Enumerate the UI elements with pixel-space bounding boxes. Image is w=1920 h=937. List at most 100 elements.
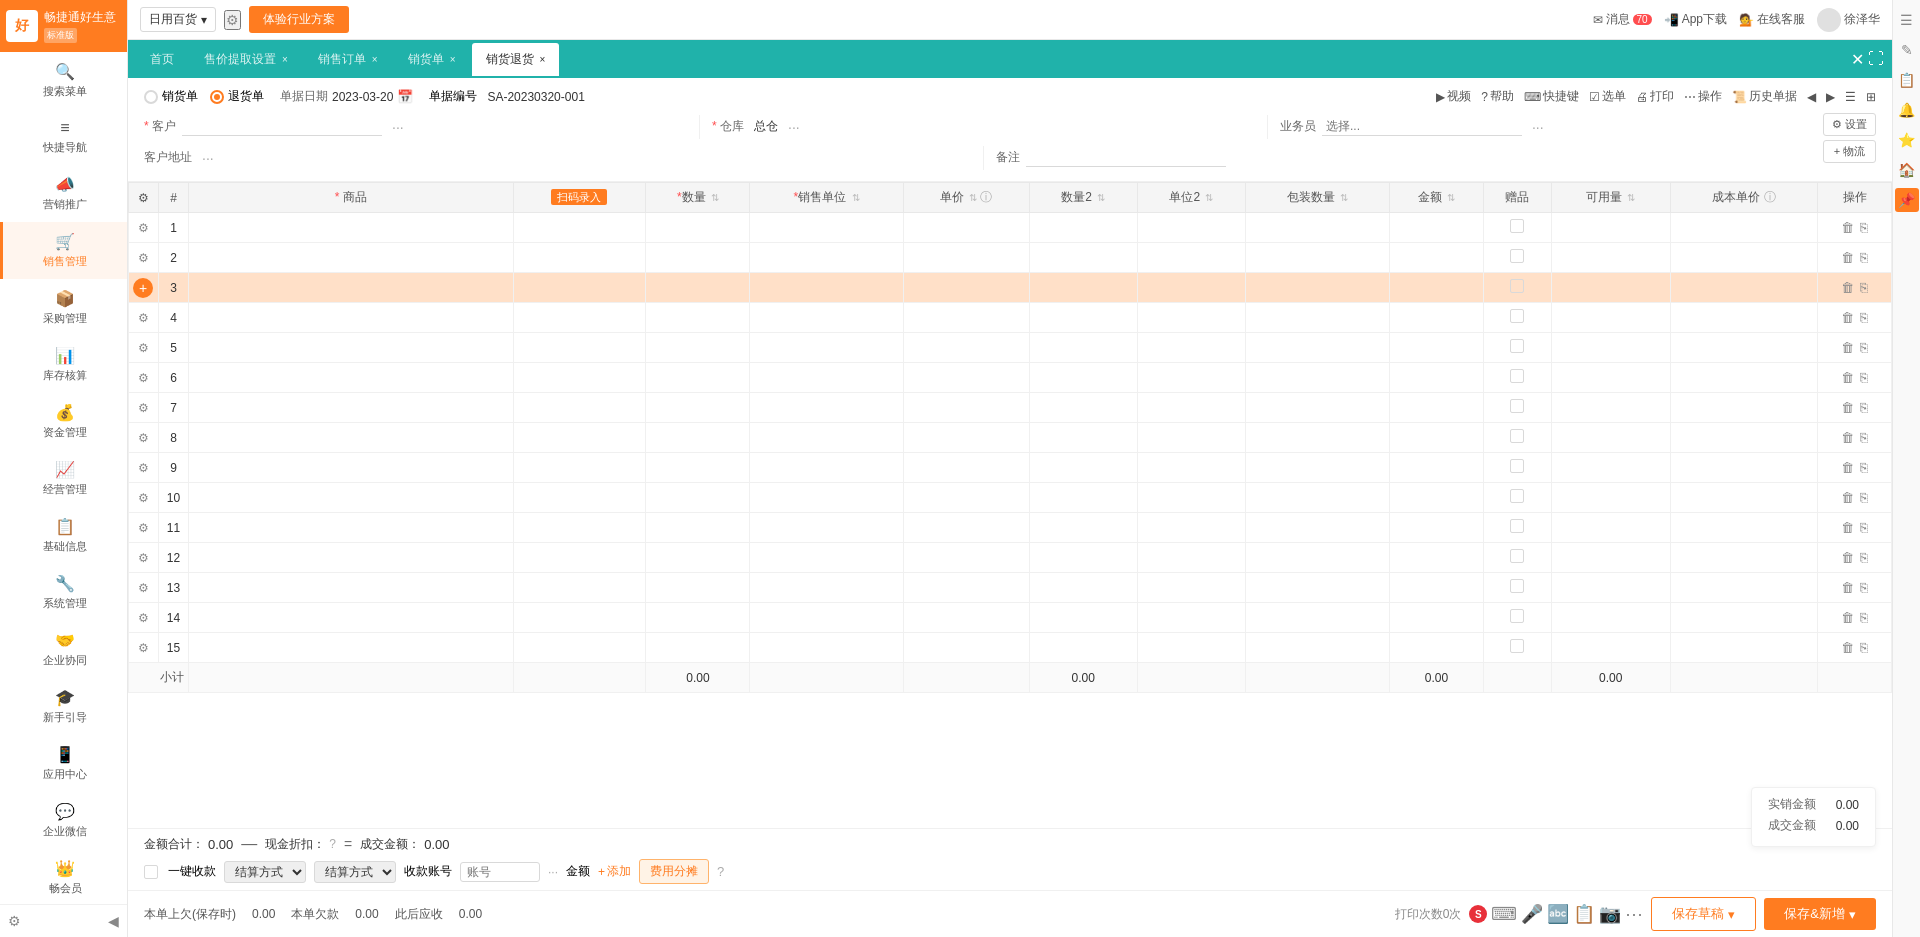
- address-dots[interactable]: ···: [202, 150, 214, 166]
- one-click-checkbox[interactable]: [144, 865, 158, 879]
- amount-cell[interactable]: [1389, 453, 1484, 483]
- unit-price-cell[interactable]: [903, 273, 1029, 303]
- amount-cell[interactable]: [1389, 213, 1484, 243]
- save-new-btn[interactable]: 保存&新增 ▾: [1764, 898, 1876, 930]
- add-row-btn[interactable]: +: [133, 278, 153, 298]
- available-cell[interactable]: [1551, 573, 1670, 603]
- tab-price-setting[interactable]: 售价提取设置 ×: [190, 43, 302, 76]
- cost-price-cell[interactable]: [1670, 303, 1818, 333]
- available-cell[interactable]: [1551, 333, 1670, 363]
- pkg-qty-cell[interactable]: [1246, 273, 1390, 303]
- rt-expand-btn[interactable]: ☰: [1895, 8, 1919, 32]
- pkg-qty-cell[interactable]: [1246, 333, 1390, 363]
- quantity2-cell[interactable]: [1029, 303, 1137, 333]
- unit-price-cell[interactable]: [903, 603, 1029, 633]
- cost-price-cell[interactable]: [1670, 363, 1818, 393]
- available-cell[interactable]: [1551, 393, 1670, 423]
- product-cell[interactable]: [189, 543, 514, 573]
- avail-sort-icon[interactable]: ⇅: [1627, 192, 1635, 203]
- topbar-gear-btn[interactable]: ⚙: [224, 10, 241, 30]
- product-cell[interactable]: [189, 393, 514, 423]
- product-cell[interactable]: [189, 603, 514, 633]
- mic-icon[interactable]: 🎤: [1521, 903, 1543, 925]
- unit-cell[interactable]: [750, 243, 903, 273]
- unit2-cell[interactable]: [1137, 603, 1245, 633]
- available-cell[interactable]: [1551, 483, 1670, 513]
- unit-price-cell[interactable]: [903, 573, 1029, 603]
- radio-delivery[interactable]: 销货单: [144, 88, 198, 105]
- row-gear[interactable]: ⚙: [129, 363, 159, 393]
- gift-cell[interactable]: [1484, 423, 1551, 453]
- amount-cell[interactable]: [1389, 483, 1484, 513]
- available-cell[interactable]: [1551, 543, 1670, 573]
- amount-cell[interactable]: [1389, 513, 1484, 543]
- gift-checkbox[interactable]: [1510, 609, 1524, 623]
- logistics-side-btn[interactable]: + 物流: [1823, 140, 1876, 163]
- gift-cell[interactable]: [1484, 453, 1551, 483]
- gift-cell[interactable]: [1484, 603, 1551, 633]
- product-cell[interactable]: [189, 213, 514, 243]
- note-input[interactable]: [1026, 148, 1226, 167]
- pkg-qty-cell[interactable]: [1246, 303, 1390, 333]
- sidebar-item-wechat[interactable]: 💬 企业微信: [0, 792, 127, 849]
- rt-pin-btn[interactable]: 📌: [1895, 188, 1919, 212]
- row-gear[interactable]: ⚙: [129, 453, 159, 483]
- amount-cell[interactable]: [1389, 363, 1484, 393]
- price-info-icon[interactable]: ⓘ: [980, 190, 992, 204]
- keyboard-icon[interactable]: ⌨: [1491, 903, 1517, 925]
- gift-checkbox[interactable]: [1510, 429, 1524, 443]
- quantity-cell[interactable]: [646, 573, 750, 603]
- pkg-qty-cell[interactable]: [1246, 513, 1390, 543]
- gift-cell[interactable]: [1484, 573, 1551, 603]
- sidebar-item-app[interactable]: 📱 应用中心: [0, 735, 127, 792]
- sidebar-item-guide[interactable]: 🎓 新手引导: [0, 678, 127, 735]
- quantity2-cell[interactable]: [1029, 423, 1137, 453]
- quantity-cell[interactable]: [646, 633, 750, 663]
- gift-checkbox[interactable]: [1510, 339, 1524, 353]
- pkg-qty-cell[interactable]: [1246, 243, 1390, 273]
- amount-cell[interactable]: [1389, 273, 1484, 303]
- row-gear[interactable]: ⚙: [129, 633, 159, 663]
- available-cell[interactable]: [1551, 633, 1670, 663]
- gift-cell[interactable]: [1484, 363, 1551, 393]
- delete-row-icon[interactable]: 🗑: [1841, 490, 1854, 505]
- quantity-cell[interactable]: [646, 393, 750, 423]
- delete-row-icon[interactable]: 🗑: [1841, 370, 1854, 385]
- unit2-cell[interactable]: [1137, 633, 1245, 663]
- tab-sales-delivery[interactable]: 销货单 ×: [394, 43, 470, 76]
- delete-row-icon[interactable]: 🗑: [1841, 250, 1854, 265]
- delete-row-icon[interactable]: 🗑: [1841, 550, 1854, 565]
- tab-sales-order-close[interactable]: ×: [372, 54, 378, 65]
- product-cell[interactable]: [189, 483, 514, 513]
- product-input[interactable]: [193, 281, 509, 295]
- quantity2-cell[interactable]: [1029, 633, 1137, 663]
- pkg-qty-cell[interactable]: [1246, 483, 1390, 513]
- product-cell[interactable]: [189, 633, 514, 663]
- unit2-cell[interactable]: [1137, 273, 1245, 303]
- gift-checkbox[interactable]: [1510, 459, 1524, 473]
- salesperson-input[interactable]: [1322, 117, 1522, 136]
- copy-row-icon[interactable]: ⎘: [1860, 610, 1868, 625]
- warehouse-dots[interactable]: ···: [788, 119, 800, 135]
- operation-btn[interactable]: ⋯ 操作: [1684, 88, 1722, 105]
- delete-row-icon[interactable]: 🗑: [1841, 310, 1854, 325]
- gift-checkbox[interactable]: [1510, 219, 1524, 233]
- gift-checkbox[interactable]: [1510, 399, 1524, 413]
- copy-row-icon[interactable]: ⎘: [1860, 520, 1868, 535]
- available-cell[interactable]: [1551, 513, 1670, 543]
- unit2-cell[interactable]: [1137, 303, 1245, 333]
- unit-cell[interactable]: [750, 393, 903, 423]
- sidebar-item-marketing[interactable]: 📣 营销推广: [0, 165, 127, 222]
- tab-sales-return[interactable]: 销货退货 ×: [472, 43, 560, 76]
- copy-row-icon[interactable]: ⎘: [1860, 400, 1868, 415]
- unit-price-cell[interactable]: [903, 453, 1029, 483]
- tab-price-setting-close[interactable]: ×: [282, 54, 288, 65]
- amount-cell[interactable]: [1389, 393, 1484, 423]
- pkg-qty-cell[interactable]: [1246, 573, 1390, 603]
- unit2-cell[interactable]: [1137, 213, 1245, 243]
- tab-close-all-btn[interactable]: ✕: [1851, 50, 1864, 69]
- quantity-sort-icon[interactable]: ⇅: [711, 192, 719, 203]
- amount-cell[interactable]: [1389, 333, 1484, 363]
- gift-cell[interactable]: [1484, 273, 1551, 303]
- quantity-cell[interactable]: [646, 453, 750, 483]
